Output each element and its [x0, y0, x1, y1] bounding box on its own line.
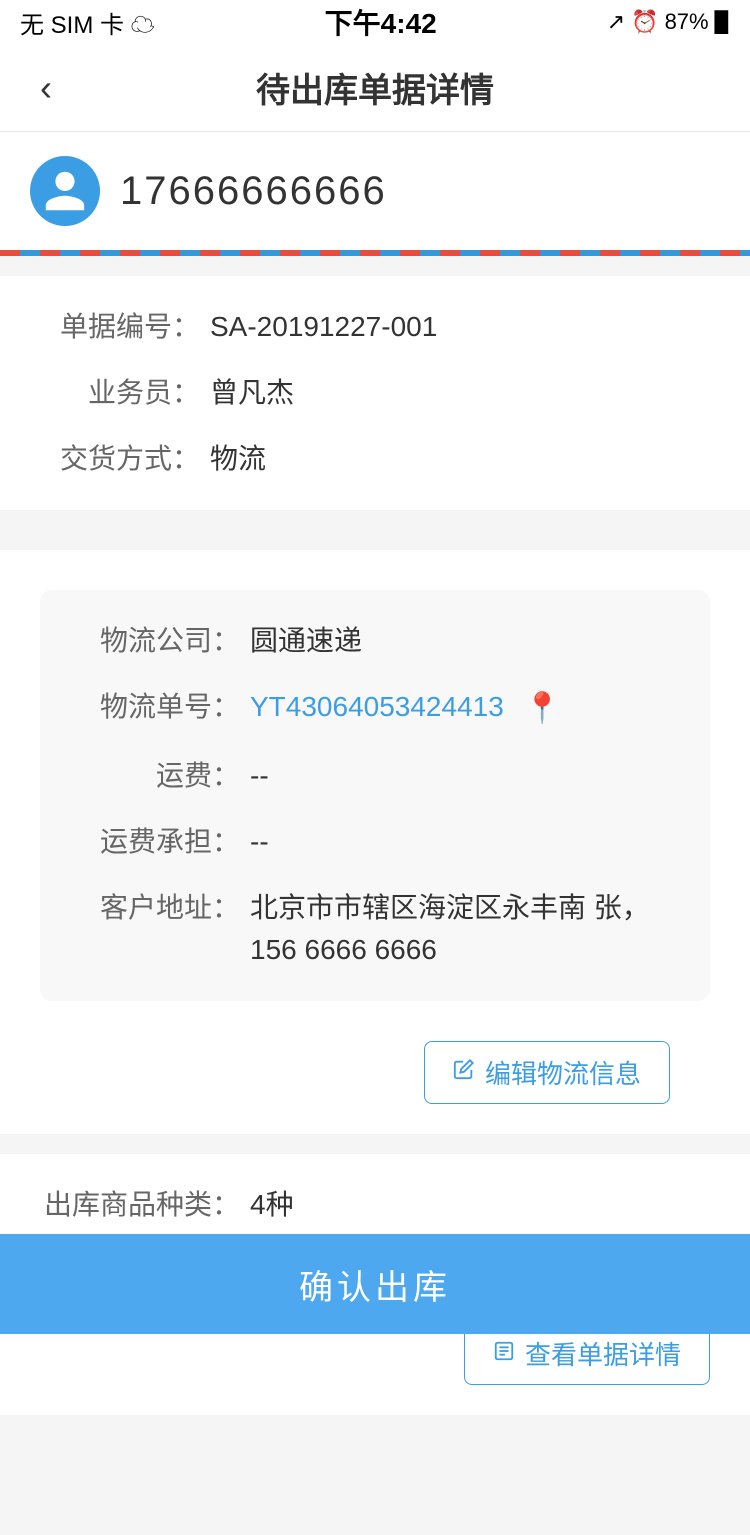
user-icon [41, 167, 89, 215]
section-gap-2 [0, 1134, 750, 1154]
location-icon: ↗ [607, 9, 625, 35]
address-label: 客户地址： [80, 887, 240, 929]
address-row: 客户地址： 北京市市辖区海淀区永丰南 张，156 6666 6666 [80, 887, 670, 971]
freight-value: -- [240, 755, 670, 797]
sales-person-label: 业务员： [40, 372, 200, 414]
document-info-section: 单据编号： SA-20191227-001 业务员： 曾凡杰 交货方式： 物流 [0, 276, 750, 510]
edit-logistics-label: 编辑物流信息 [485, 1054, 641, 1091]
freight-bearer-row: 运费承担： -- [80, 821, 670, 863]
battery-level: 87% [665, 9, 709, 35]
sales-person-value: 曾凡杰 [200, 372, 710, 414]
tracking-number-row: 物流单号： YT43064053424413 📍 [80, 686, 670, 731]
address-value: 北京市市辖区海淀区永丰南 张，156 6666 6666 [240, 887, 670, 971]
tracking-number-value: YT43064053424413 📍 [240, 686, 670, 731]
battery-icon: ▉ [715, 10, 730, 35]
product-types-label: 出库商品种类： [40, 1184, 240, 1226]
tracking-number-label: 物流单号： [80, 686, 240, 728]
freight-bearer-label: 运费承担： [80, 821, 240, 863]
nav-bar: ‹ 待出库单据详情 [0, 44, 750, 132]
back-button[interactable]: ‹ [30, 57, 62, 119]
customer-header: 17666666666 [0, 132, 750, 250]
document-number-label: 单据编号： [40, 306, 200, 348]
section-gap-1 [0, 530, 750, 550]
delivery-method-value: 物流 [200, 438, 710, 480]
document-number-row: 单据编号： SA-20191227-001 [40, 306, 710, 348]
view-details-area: 查看单据详情 [0, 1322, 750, 1415]
logistics-section: 物流公司： 圆通速递 物流单号： YT43064053424413 📍 运费： … [0, 550, 750, 1134]
customer-phone: 17666666666 [120, 169, 387, 214]
dashed-divider [0, 250, 750, 256]
avatar [30, 156, 100, 226]
edit-logistics-button[interactable]: 编辑物流信息 [424, 1041, 670, 1104]
delivery-method-label: 交货方式： [40, 438, 200, 480]
status-time: 下午4:42 [325, 2, 437, 42]
document-number-value: SA-20191227-001 [200, 306, 710, 348]
logistics-card: 物流公司： 圆通速递 物流单号： YT43064053424413 📍 运费： … [40, 590, 710, 1001]
status-bar: 无 SIM 卡 ☁ 下午4:42 ↗ ⏰ 87% ▉ [0, 0, 750, 44]
delivery-method-row: 交货方式： 物流 [40, 438, 710, 480]
document-icon [493, 1338, 515, 1369]
page-title: 待出库单据详情 [256, 63, 494, 112]
status-left: 无 SIM 卡 ☁ [20, 5, 155, 40]
freight-row: 运费： -- [80, 755, 670, 797]
product-types-value: 4种 [240, 1184, 710, 1226]
sim-status: 无 SIM 卡 ☁ [20, 5, 155, 40]
confirm-button[interactable]: 确认出库 [0, 1234, 750, 1334]
status-right: ↗ ⏰ 87% ▉ [607, 9, 730, 35]
map-pin-icon[interactable]: 📍 [524, 686, 561, 731]
logistics-company-label: 物流公司： [80, 620, 240, 662]
freight-bearer-value: -- [240, 821, 670, 863]
freight-label: 运费： [80, 755, 240, 797]
alarm-icon: ⏰ [631, 9, 658, 35]
edit-icon [453, 1058, 475, 1087]
sales-person-row: 业务员： 曾凡杰 [40, 372, 710, 414]
view-details-label: 查看单据详情 [525, 1335, 681, 1372]
logistics-company-row: 物流公司： 圆通速递 [80, 620, 670, 662]
logistics-company-value: 圆通速递 [240, 620, 670, 662]
product-types-row: 出库商品种类： 4种 [40, 1184, 710, 1226]
confirm-button-label: 确认出库 [299, 1260, 451, 1309]
edit-logistics-area: 编辑物流信息 [40, 1021, 710, 1134]
